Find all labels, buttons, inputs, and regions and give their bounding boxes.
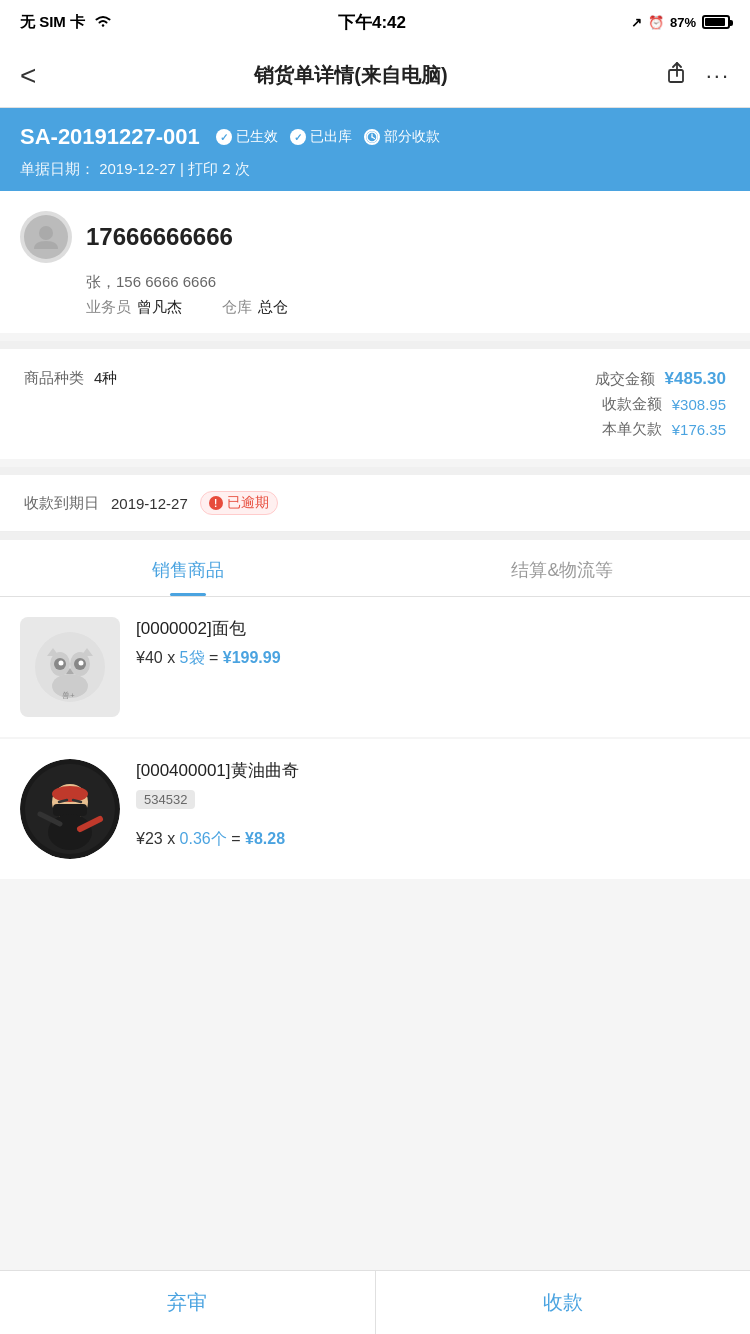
sales-label: 业务员	[86, 298, 131, 317]
more-button[interactable]: ···	[706, 63, 730, 89]
deal-amount-value: ¥485.30	[665, 369, 726, 389]
badge-partial: 部分收款	[364, 128, 440, 146]
product-name-1: [0000002]面包	[136, 617, 730, 640]
product-price-2: ¥23 x 0.36个 = ¥8.28	[136, 829, 730, 850]
check-icon-2: ✓	[290, 129, 306, 145]
location-icon: ↗	[631, 15, 642, 30]
due-date: 2019-12-27	[111, 495, 188, 512]
order-id: SA-20191227-001	[20, 124, 200, 150]
badge-shipped: ✓ 已出库	[290, 128, 352, 146]
status-left: 无 SIM 卡	[20, 13, 113, 32]
svg-point-10	[59, 661, 64, 666]
alarm-icon: ⏰	[648, 15, 664, 30]
status-bar: 无 SIM 卡 下午4:42 ↗ ⏰ 87%	[0, 0, 750, 44]
product-qty-1: 5袋	[180, 649, 205, 666]
bottom-bar: 弃审 收款	[0, 1270, 750, 1334]
tabs-container: 销售商品 结算&物流等	[0, 540, 750, 597]
stats-right: 成交金额 ¥485.30 收款金额 ¥308.95 本单欠款 ¥176.35	[595, 369, 726, 439]
battery-percent: 87%	[670, 15, 696, 30]
share-button[interactable]	[666, 62, 688, 89]
sales-name: 曾凡杰	[137, 298, 182, 317]
stats-left: 商品种类 4种	[24, 369, 117, 388]
deal-amount-label: 成交金额	[595, 370, 655, 389]
debt-label: 本单欠款	[602, 420, 662, 439]
tab-products[interactable]: 销售商品	[0, 540, 375, 596]
svg-point-19	[52, 786, 88, 802]
product-kind-label: 商品种类	[24, 369, 84, 388]
customer-section: 17666666666 张，156 6666 6666 业务员 曾凡杰 仓库 总…	[0, 191, 750, 333]
header-banner: SA-20191227-001 ✓ 已生效 ✓ 已出库 部分收款	[0, 108, 750, 191]
product-name-2: [000400001]黄油曲奇	[136, 759, 730, 782]
product-total-2: ¥8.28	[245, 830, 285, 847]
deal-amount-row: 成交金额 ¥485.30	[595, 369, 726, 389]
product-qty-2: 0.36个	[180, 830, 227, 847]
product-info-2: [000400001]黄油曲奇 534532 ¥23 x 0.36个 = ¥8.…	[136, 759, 730, 850]
overdue-badge: ! 已逾期	[200, 491, 278, 515]
product-info-1: [0000002]面包 ¥40 x 5袋 = ¥199.99	[136, 617, 730, 669]
customer-phone: 17666666666	[86, 223, 233, 251]
customer-meta: 业务员 曾凡杰 仓库 总仓	[20, 298, 730, 317]
bottom-spacer	[0, 881, 750, 961]
received-label: 收款金额	[602, 395, 662, 414]
battery-icon	[702, 15, 730, 29]
svg-point-11	[79, 661, 84, 666]
status-time: 下午4:42	[338, 11, 406, 34]
due-section: 收款到期日 2019-12-27 ! 已逾期	[0, 475, 750, 532]
cancel-button[interactable]: 弃审	[0, 1271, 376, 1334]
separator-3	[0, 532, 750, 540]
status-right: ↗ ⏰ 87%	[631, 15, 730, 30]
overdue-text: 已逾期	[227, 494, 269, 512]
badge-activated: ✓ 已生效	[216, 128, 278, 146]
carrier-label: 无 SIM 卡	[20, 13, 85, 32]
debt-value: ¥176.35	[672, 421, 726, 438]
nav-actions: ···	[666, 62, 730, 89]
banner-top: SA-20191227-001 ✓ 已生效 ✓ 已出库 部分收款	[20, 124, 730, 150]
product-image-1: 兽+	[20, 617, 120, 717]
product-list: 兽+ [0000002]面包 ¥40 x 5袋 = ¥199.99	[0, 597, 750, 879]
check-icon-1: ✓	[216, 129, 232, 145]
svg-rect-0	[669, 70, 683, 82]
wifi-icon	[93, 14, 113, 31]
overdue-icon: !	[209, 496, 223, 510]
tab-settlement[interactable]: 结算&物流等	[375, 540, 750, 596]
product-item-2: [000400001]黄油曲奇 534532 ¥23 x 0.36个 = ¥8.…	[0, 739, 750, 879]
sales-meta: 业务员 曾凡杰	[86, 298, 182, 317]
product-kind-value: 4种	[94, 369, 117, 388]
customer-name: 张，156 6666 6666	[20, 273, 730, 292]
stats-section: 商品种类 4种 成交金额 ¥485.30 收款金额 ¥308.95 本单欠款 ¥…	[0, 349, 750, 459]
product-price-1: ¥40 x 5袋 = ¥199.99	[136, 648, 730, 669]
separator-1	[0, 341, 750, 349]
warehouse-meta: 仓库 总仓	[222, 298, 288, 317]
debt-row: 本单欠款 ¥176.35	[602, 420, 726, 439]
svg-text:兽+: 兽+	[62, 691, 75, 700]
product-total-1: ¥199.99	[223, 649, 281, 666]
svg-point-4	[39, 226, 53, 240]
product-sku-2: 534532	[136, 790, 195, 809]
received-value: ¥308.95	[672, 396, 726, 413]
avatar	[20, 211, 72, 263]
confirm-button[interactable]: 收款	[376, 1271, 751, 1334]
product-thumb-1: 兽+	[20, 617, 120, 717]
avatar-inner	[24, 215, 68, 259]
clock-icon	[364, 129, 380, 145]
due-label: 收款到期日	[24, 494, 99, 513]
received-row: 收款金额 ¥308.95	[602, 395, 726, 414]
product-kind-row: 商品种类 4种	[24, 369, 117, 388]
warehouse-label: 仓库	[222, 298, 252, 317]
banner-date: 单据日期： 2019-12-27 | 打印 2 次	[20, 160, 730, 179]
product-thumb-2	[20, 759, 120, 859]
nav-bar: < 销货单详情(来自电脑) ···	[0, 44, 750, 108]
back-button[interactable]: <	[20, 60, 36, 92]
separator-2	[0, 467, 750, 475]
svg-line-3	[372, 137, 375, 139]
banner-badges: ✓ 已生效 ✓ 已出库 部分收款	[216, 128, 440, 146]
page-title: 销货单详情(来自电脑)	[254, 62, 447, 89]
product-item-1: 兽+ [0000002]面包 ¥40 x 5袋 = ¥199.99	[0, 597, 750, 737]
warehouse-name: 总仓	[258, 298, 288, 317]
customer-row: 17666666666	[20, 211, 730, 263]
